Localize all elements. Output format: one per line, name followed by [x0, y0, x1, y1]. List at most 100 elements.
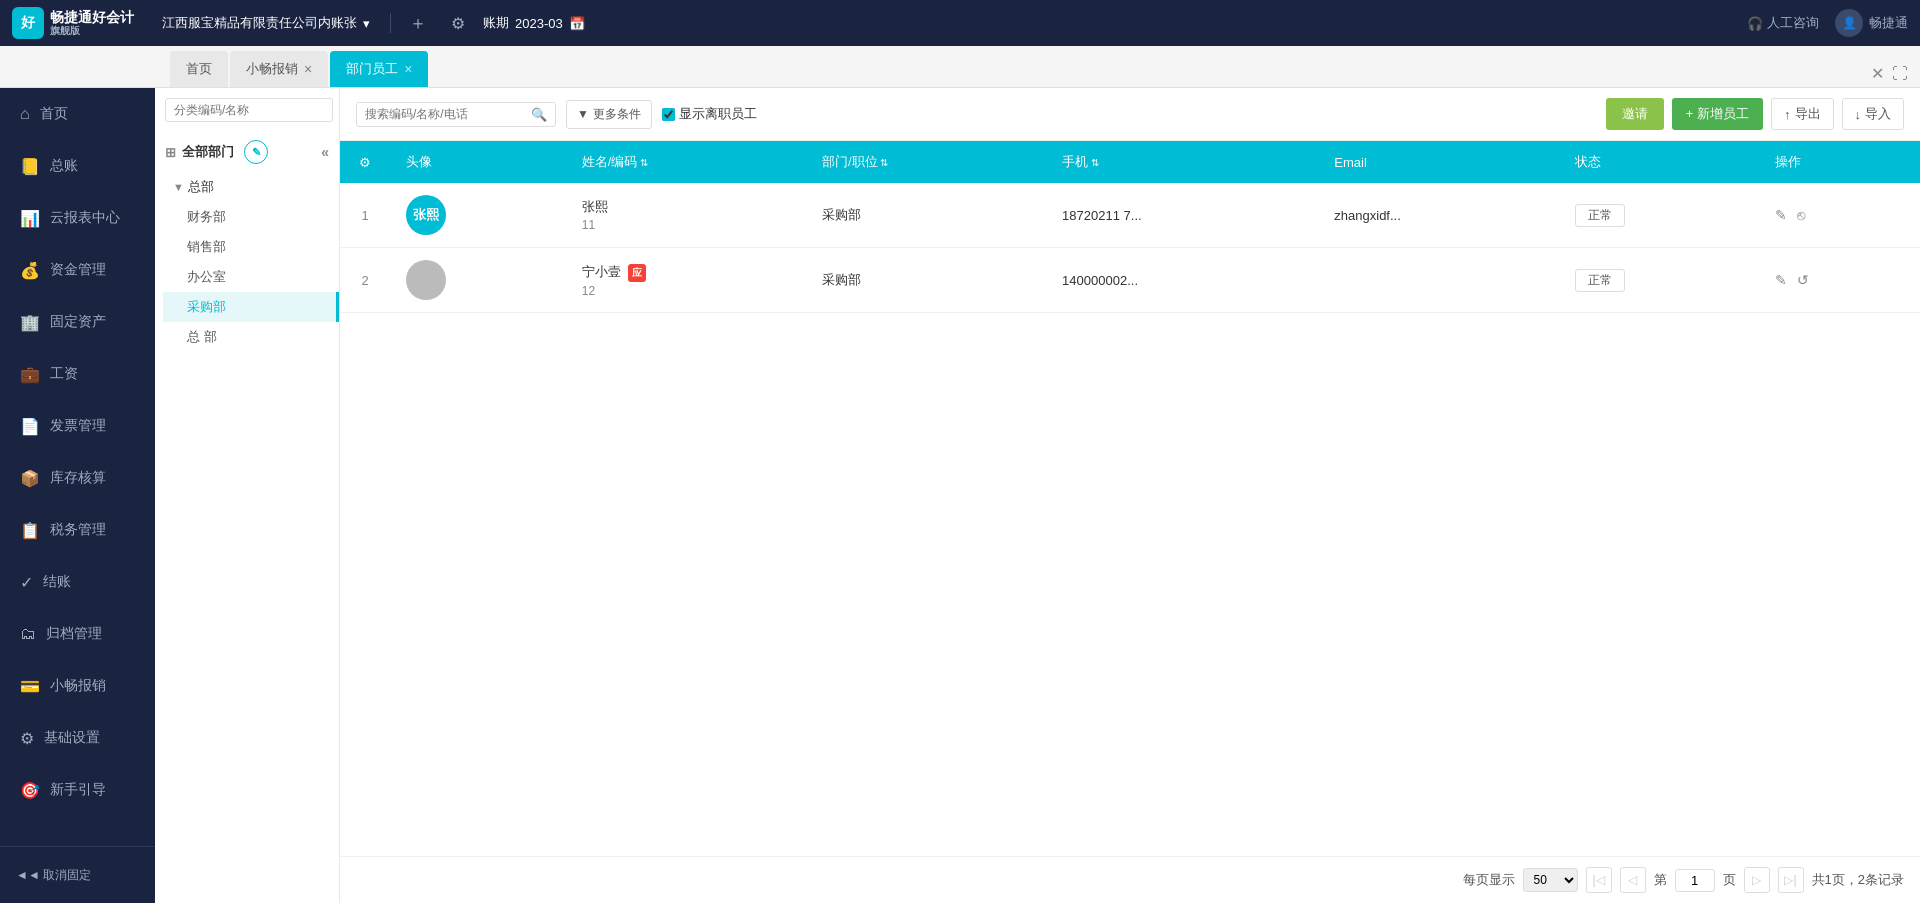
col-settings[interactable]: ⚙ [340, 141, 390, 183]
first-page-button[interactable]: |◁ [1586, 867, 1612, 893]
sidebar-item-close[interactable]: ✓ 结账 [0, 556, 155, 608]
import-icon: ↓ [1855, 107, 1862, 122]
sidebar-salary-label: 工资 [50, 365, 78, 383]
archive-icon: 🗂 [20, 625, 36, 643]
sidebar-item-assets[interactable]: 🏢 固定资产 [0, 296, 155, 348]
calendar-icon[interactable]: 📅 [569, 16, 585, 31]
sidebar-tax-label: 税务管理 [50, 521, 106, 539]
dept-sales-label: 销售部 [187, 239, 226, 254]
ledger-icon: 📒 [20, 157, 40, 176]
user-area[interactable]: 👤 畅捷通 [1835, 9, 1908, 37]
sidebar-xiaochang-label: 小畅报销 [50, 677, 106, 695]
dept-all-button[interactable]: ⊞ 全部部门 ✎ « [155, 132, 339, 172]
row1-name-code: 张熙 11 [566, 183, 806, 248]
period-label: 账期 [483, 14, 509, 32]
next-page-button[interactable]: ▷ [1744, 867, 1770, 893]
company-selector[interactable]: 江西服宝精品有限责任公司内账张 ▾ [154, 10, 378, 36]
tab-expand-icon[interactable]: ⛶ [1892, 65, 1908, 83]
col-phone[interactable]: 手机 [1046, 141, 1318, 183]
app-title: 畅捷通好会计 [50, 9, 134, 26]
row1-status: 正常 [1559, 183, 1759, 248]
col-avatar: 头像 [390, 141, 566, 183]
user-name: 畅捷通 [1869, 14, 1908, 32]
sidebar-item-archive[interactable]: 🗂 归档管理 [0, 608, 155, 660]
sidebar-item-reports[interactable]: 📊 云报表中心 [0, 192, 155, 244]
header-divider [390, 13, 391, 33]
show-resigned-checkbox-label[interactable]: 显示离职员工 [662, 105, 757, 123]
invite-button[interactable]: 邀请 [1606, 98, 1664, 130]
row2-email [1318, 248, 1558, 313]
page-number-input[interactable] [1675, 869, 1715, 892]
dept-child-headquarters[interactable]: 总 部 [163, 322, 339, 352]
show-resigned-checkbox[interactable] [662, 108, 675, 121]
row2-edit-icon[interactable]: ✎ [1775, 272, 1787, 288]
settings-icon[interactable]: ⚙ [445, 14, 471, 33]
tab-close-window-icon[interactable]: ✕ [1871, 64, 1884, 83]
col-status: 状态 [1559, 141, 1759, 183]
row1-logout-icon[interactable]: ⎋ [1797, 207, 1805, 223]
page-size-select[interactable]: 50 100 200 [1523, 868, 1578, 892]
dept-office-label: 办公室 [187, 269, 226, 284]
row2-phone: 140000002... [1046, 248, 1318, 313]
prev-page-button[interactable]: ◁ [1620, 867, 1646, 893]
dept-child-office[interactable]: 办公室 [163, 262, 339, 292]
export-button[interactable]: ↑ 导出 [1771, 98, 1834, 130]
tab-department-close[interactable]: × [404, 61, 412, 77]
add-employee-button[interactable]: + 新增员工 [1672, 98, 1763, 130]
sidebar-item-home[interactable]: ⌂ 首页 [0, 88, 155, 140]
invoice-icon: 📄 [20, 417, 40, 436]
sidebar-close-label: 结账 [43, 573, 71, 591]
service-button[interactable]: 🎧 人工咨询 [1747, 14, 1819, 32]
col-name-code[interactable]: 姓名/编码 [566, 141, 806, 183]
last-page-button[interactable]: ▷| [1778, 867, 1804, 893]
inventory-icon: 📦 [20, 469, 40, 488]
pagination-bar: 每页显示 50 100 200 |◁ ◁ 第 页 ▷ ▷| 共1页，2条记录 [340, 856, 1920, 903]
tab-department[interactable]: 部门员工 × [330, 51, 428, 87]
emp-toolbar: 🔍 ▼ 更多条件 显示离职员工 邀请 + 新增员工 [340, 88, 1920, 141]
import-button[interactable]: ↓ 导入 [1842, 98, 1905, 130]
sidebar-item-guide[interactable]: 🎯 新手引导 [0, 764, 155, 816]
sidebar-item-funds[interactable]: 💰 资金管理 [0, 244, 155, 296]
dept-tree: ⊞ 全部部门 ✎ « ▼ 总部 财务部 销售部 [155, 128, 339, 903]
dept-collapse-button[interactable]: « [321, 144, 329, 160]
sidebar-item-settings[interactable]: ⚙ 基础设置 [0, 712, 155, 764]
export-icon: ↑ [1784, 107, 1791, 122]
xiaochang-icon: 💳 [20, 677, 40, 696]
employee-search-input[interactable] [365, 107, 525, 121]
dept-child-purchase[interactable]: 采购部 [163, 292, 339, 322]
row1-name-code-block: 张熙 11 [582, 198, 790, 232]
add-company-button[interactable]: ＋ [403, 11, 433, 35]
col-dept-position[interactable]: 部门/职位 [806, 141, 1046, 183]
sidebar-item-invoice[interactable]: 📄 发票管理 [0, 400, 155, 452]
row1-avatar: 张熙 [406, 195, 446, 235]
dropdown-icon: ▾ [363, 16, 370, 31]
salary-icon: 💼 [20, 365, 40, 384]
sidebar-invoice-label: 发票管理 [50, 417, 106, 435]
row1-dept: 采购部 [806, 183, 1046, 248]
headset-icon: 🎧 [1747, 16, 1763, 31]
sidebar-item-ledger[interactable]: 📒 总账 [0, 140, 155, 192]
sidebar-funds-label: 资金管理 [50, 261, 106, 279]
dept-edit-button[interactable]: ✎ [244, 140, 268, 164]
sidebar-item-salary[interactable]: 💼 工资 [0, 348, 155, 400]
home-icon: ⌂ [20, 105, 30, 123]
logo-area: 好 畅捷通好会计 旗舰版 [12, 7, 142, 39]
dept-child-sales[interactable]: 销售部 [163, 232, 339, 262]
dept-group-label[interactable]: ▼ 总部 [163, 172, 339, 202]
dept-search-input[interactable] [165, 98, 333, 122]
tab-home[interactable]: 首页 [170, 51, 228, 87]
sidebar-item-tax[interactable]: 📋 税务管理 [0, 504, 155, 556]
row2-delete-icon[interactable]: ↺ [1797, 272, 1809, 288]
unpin-button[interactable]: ◄◄ 取消固定 [0, 857, 155, 893]
row2-name-code-block: 宁小壹 应 12 [582, 263, 790, 298]
more-filter-button[interactable]: ▼ 更多条件 [566, 100, 652, 129]
tab-expense[interactable]: 小畅报销 × [230, 51, 328, 87]
tab-expense-close[interactable]: × [304, 61, 312, 77]
sidebar-item-xiaochang[interactable]: 💳 小畅报销 [0, 660, 155, 712]
sidebar-item-inventory[interactable]: 📦 库存核算 [0, 452, 155, 504]
row2-code: 12 [582, 284, 790, 298]
dept-child-finance[interactable]: 财务部 [163, 202, 339, 232]
row1-edit-icon[interactable]: ✎ [1775, 207, 1787, 223]
header-right: 🎧 人工咨询 👤 畅捷通 [1747, 9, 1908, 37]
employee-search-icon[interactable]: 🔍 [531, 107, 547, 122]
